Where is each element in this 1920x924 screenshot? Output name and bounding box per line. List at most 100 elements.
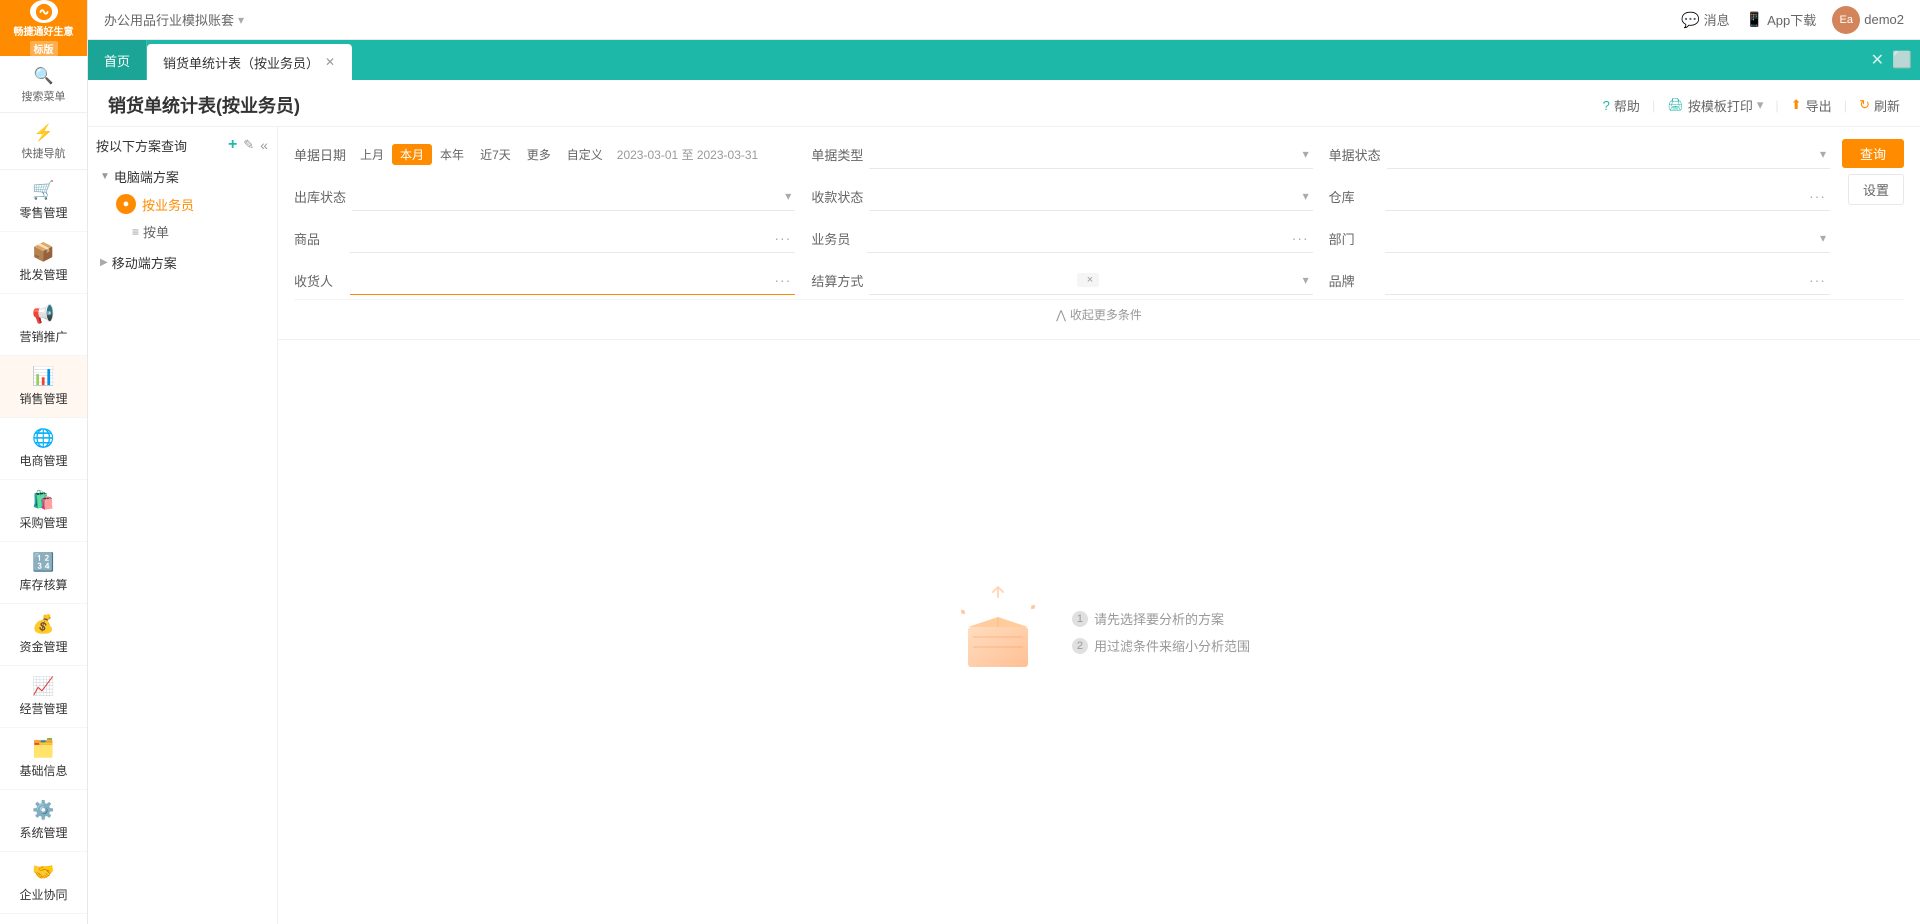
- sidebar-item-inventory[interactable]: 🔢 库存核算: [0, 542, 87, 604]
- print-icon: 🖨: [1667, 97, 1684, 113]
- filter-row-2: 出库状态 ▾ 收款状态: [294, 181, 1830, 211]
- date-tab-last-month[interactable]: 上月: [352, 144, 392, 165]
- filter-warehouse: 仓库 ···: [1329, 181, 1830, 211]
- page-content: 销货单统计表(按业务员) ? 帮助 | 🖨 按模板打印 ▾ | ⬆ 导出 |: [88, 80, 1920, 924]
- help-button[interactable]: ? 帮助: [1603, 96, 1640, 115]
- doc-status-select[interactable]: ▾: [1387, 139, 1830, 169]
- sidebar-item-ecommerce[interactable]: 🌐 电商管理: [0, 418, 87, 480]
- empty-tip-2: 2 用过滤条件来缩小分析范围: [1072, 636, 1250, 655]
- settlement-tag: ×: [1077, 273, 1099, 287]
- edit-scheme-button[interactable]: ✎: [242, 136, 255, 154]
- sidebar-item-wholesale[interactable]: 📦 批发管理: [0, 232, 87, 294]
- scheme-group-mobile-header[interactable]: ▶ 移动端方案: [96, 249, 269, 276]
- dots-icon: ···: [1809, 272, 1826, 288]
- breadcrumb-dropdown[interactable]: 办公用品行业模拟账套 ▾: [104, 10, 244, 29]
- print-button[interactable]: 🖨 按模板打印 ▾: [1667, 96, 1763, 115]
- warehouse-select[interactable]: ···: [1385, 181, 1830, 211]
- collapse-panel-button[interactable]: «: [259, 136, 269, 154]
- print-dropdown-icon[interactable]: ▾: [1757, 97, 1764, 113]
- goods-select[interactable]: ···: [350, 223, 795, 253]
- logo-icon: [30, 0, 58, 23]
- filter-row-3: 商品 ··· 业务员: [294, 223, 1830, 253]
- scheme-item-by-order[interactable]: ≡ 按单: [96, 218, 269, 245]
- user-action[interactable]: Ea demo2: [1832, 6, 1904, 34]
- settlement-select[interactable]: × ▾: [869, 265, 1312, 295]
- date-tab-more[interactable]: 更多: [519, 144, 559, 165]
- tab-bar: 首页 销货单统计表（按业务员） ✕ ✕ ⬜: [88, 40, 1920, 80]
- scheme-group-desktop: ▼ 电脑端方案 ● 按业务员 ≡ 按单: [96, 163, 269, 245]
- refresh-icon: ↻: [1859, 97, 1870, 113]
- refresh-button[interactable]: ↻ 刷新: [1859, 96, 1900, 115]
- app-download-action[interactable]: 📱 App下载: [1746, 10, 1817, 29]
- top-header: 办公用品行业模拟账套 ▾ 💬 消息 📱 App下载 Ea demo2: [88, 0, 1920, 40]
- department-select[interactable]: ▾: [1385, 223, 1830, 253]
- export-button[interactable]: ⬆ 导出: [1791, 96, 1832, 115]
- scheme-item-by-salesperson[interactable]: ● 按业务员: [96, 190, 269, 218]
- filter-salesperson: 业务员 ···: [811, 223, 1312, 253]
- dots-icon: ···: [1809, 188, 1826, 204]
- breadcrumb-area: 办公用品行业模拟账套 ▾: [104, 10, 244, 29]
- date-tab-this-year[interactable]: 本年: [432, 144, 472, 165]
- dots-icon: ···: [774, 272, 791, 288]
- help-icon: ?: [1603, 98, 1610, 113]
- empty-content: 1 请先选择要分析的方案 2 用过滤条件来缩小分析范围: [948, 582, 1250, 682]
- empty-tips: 1 请先选择要分析的方案 2 用过滤条件来缩小分析范围: [1072, 609, 1250, 655]
- expand-icon: ▼: [100, 171, 110, 182]
- sidebar-item-purchase[interactable]: 🛍️ 采购管理: [0, 480, 87, 542]
- message-icon: 💬: [1681, 11, 1700, 29]
- tab-close-icon[interactable]: ✕: [325, 55, 335, 69]
- salesperson-select[interactable]: ···: [867, 223, 1312, 253]
- query-button[interactable]: 查询: [1842, 139, 1904, 168]
- empty-state: 1 请先选择要分析的方案 2 用过滤条件来缩小分析范围: [278, 340, 1920, 924]
- ship-status-select[interactable]: ▾: [352, 181, 795, 211]
- page-header: 销货单统计表(按业务员) ? 帮助 | 🖨 按模板打印 ▾ | ⬆ 导出 |: [88, 80, 1920, 127]
- sidebar-item-enterprise[interactable]: 🤝 企业协同: [0, 852, 87, 914]
- left-panel-header: 按以下方案查询 + ✎ «: [96, 135, 269, 155]
- date-filter-tabs: 上月 本月 本年 近7天 更多 自定义 2023-03-01 至 2023-03…: [352, 144, 758, 165]
- settings-button[interactable]: 设置: [1848, 174, 1904, 205]
- payment-status-select[interactable]: ▾: [869, 181, 1312, 211]
- sidebar-item-basic[interactable]: 🗂️ 基础信息: [0, 728, 87, 790]
- filter-brand: 品牌 ···: [1329, 265, 1830, 295]
- search-menu[interactable]: 🔍 按以下方案查询 搜索菜单: [0, 56, 87, 113]
- date-tab-7days[interactable]: 近7天: [472, 144, 519, 165]
- quick-nav[interactable]: ⚡ 快捷导航: [0, 113, 87, 170]
- order-icon: ≡: [132, 225, 139, 239]
- sidebar-item-finance[interactable]: 💰 资金管理: [0, 604, 87, 666]
- left-panel: 按以下方案查询 + ✎ « ▼ 电脑端方案 ● 按业务员: [88, 127, 278, 924]
- date-tab-this-month[interactable]: 本月: [392, 144, 432, 165]
- content-body: 按以下方案查询 + ✎ « ▼ 电脑端方案 ● 按业务员: [88, 127, 1920, 924]
- add-scheme-button[interactable]: +: [227, 135, 238, 155]
- date-tab-custom[interactable]: 自定义: [559, 144, 611, 165]
- consignee-input[interactable]: ···: [350, 265, 795, 295]
- filter-doc-status: 单据状态 ▾: [1329, 139, 1830, 169]
- doc-type-select[interactable]: ▾: [869, 139, 1312, 169]
- scheme-group-desktop-header[interactable]: ▼ 电脑端方案: [96, 163, 269, 190]
- filter-doc-type: 单据类型 ▾: [811, 139, 1312, 169]
- filter-date: 单据日期 上月 本月 本年 近7天 更多 自定义 2023-03-01 至 20…: [294, 144, 795, 165]
- chevron-down-icon: ▾: [785, 189, 791, 203]
- sidebar-item-newbie[interactable]: 🆕 新手引导: [0, 914, 87, 924]
- tab-close-all-icon[interactable]: ✕: [1871, 50, 1884, 70]
- left-panel-actions: + ✎ «: [227, 135, 269, 155]
- brand-select[interactable]: ···: [1385, 265, 1830, 295]
- sidebar-item-system[interactable]: ⚙️ 系统管理: [0, 790, 87, 852]
- tab-bar-actions: ✕ ⬜: [1871, 50, 1920, 70]
- filter-goods: 商品 ···: [294, 223, 795, 253]
- filter-actions: 查询 设置: [1842, 139, 1904, 205]
- app-logo[interactable]: 畅捷通好生意 标版: [0, 0, 88, 56]
- tag-close-icon[interactable]: ×: [1087, 274, 1093, 286]
- message-action[interactable]: 💬 消息: [1681, 10, 1730, 29]
- filter-ship-status: 出库状态 ▾: [294, 181, 795, 211]
- sidebar-item-marketing[interactable]: 📢 营销推广: [0, 294, 87, 356]
- collapse-conditions-button[interactable]: ⋀ 收起更多条件: [294, 299, 1904, 327]
- tab-maximize-icon[interactable]: ⬜: [1892, 50, 1912, 70]
- sidebar-item-sales[interactable]: 📊 销售管理: [0, 356, 87, 418]
- chevron-down-icon: ▾: [1303, 189, 1309, 203]
- sidebar-item-operation[interactable]: 📈 经营管理: [0, 666, 87, 728]
- export-icon: ⬆: [1791, 97, 1802, 113]
- sidebar: 畅捷通好生意 标版 🔍 按以下方案查询 搜索菜单 ⚡ 快捷导航 🛒 零售管理 📦…: [0, 0, 88, 924]
- tab-home[interactable]: 首页: [88, 40, 147, 80]
- tab-sales-stat[interactable]: 销货单统计表（按业务员） ✕: [147, 44, 352, 80]
- sidebar-item-retail[interactable]: 🛒 零售管理: [0, 170, 87, 232]
